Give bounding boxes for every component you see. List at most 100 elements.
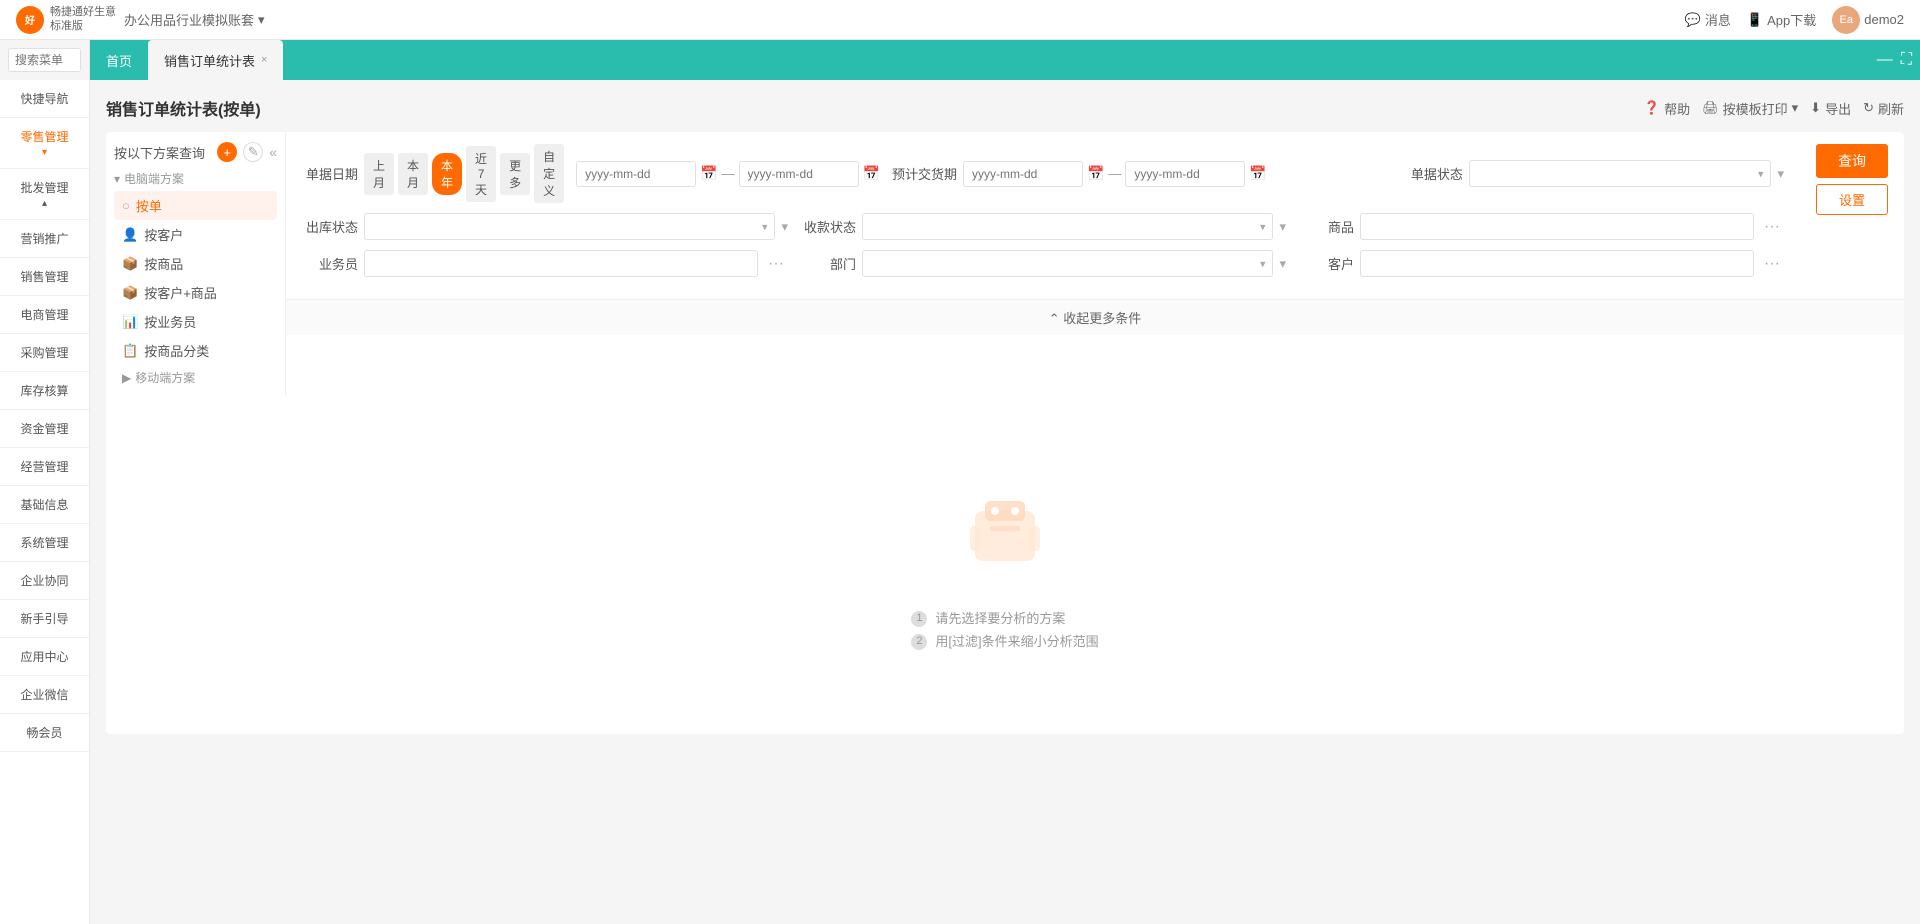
sidebar-item-marketing[interactable]: 营销推广 xyxy=(0,220,89,258)
filter-item-by-category[interactable]: 📋 按商品分类 xyxy=(114,336,277,365)
top-bar: 好 畅捷通好生意 标准版 办公用品行业模拟账套 ▾ 💬 消息 📱 App下载 E… xyxy=(0,0,1920,40)
edit-scheme-button[interactable]: ✎ xyxy=(243,142,263,162)
date-end-input[interactable] xyxy=(739,161,859,187)
sidebar-item-wholesale[interactable]: 批发管理 ▴ xyxy=(0,169,89,220)
help-button[interactable]: ❓ 帮助 xyxy=(1644,99,1690,118)
sidebar-item-ecommerce[interactable]: 电商管理 xyxy=(0,296,89,334)
sidebar-item-label: 采购管理 xyxy=(20,344,68,361)
empty-illustration xyxy=(955,476,1055,595)
goods-input[interactable] xyxy=(1360,213,1754,240)
tab-close-button[interactable]: × xyxy=(261,54,267,66)
query-button[interactable]: 查询 xyxy=(1816,144,1888,178)
sidebar-item-retail[interactable]: 零售管理 ▾ xyxy=(0,118,89,169)
empty-state: 1 请先选择要分析的方案 2 用[过滤]条件来缩小分析范围 xyxy=(106,396,1904,734)
message-button[interactable]: 💬 消息 xyxy=(1685,10,1731,29)
sidebar-item-quick-nav[interactable]: 快捷导航 xyxy=(0,80,89,118)
app-selector[interactable]: 办公用品行业模拟账套 ▾ xyxy=(124,10,265,29)
date-last-month-btn[interactable]: 上月 xyxy=(364,153,394,195)
page-header-actions: ❓ 帮助 🖨 按模板打印 ▾ ⬇ 导出 ↻ 刷新 xyxy=(1644,99,1904,118)
calendar-start-icon[interactable]: 📅 xyxy=(700,165,717,182)
dept-field: 部门 ▾ xyxy=(800,250,1286,277)
add-scheme-button[interactable]: + xyxy=(217,142,237,162)
date-this-month-btn[interactable]: 本月 xyxy=(398,153,428,195)
tab-home[interactable]: 首页 xyxy=(90,40,148,80)
customer-more-button[interactable]: ··· xyxy=(1760,255,1784,273)
expected-date-field: 预计交货期 📅 — 📅 xyxy=(892,161,1395,187)
salesperson-more-button[interactable]: ··· xyxy=(764,255,788,273)
print-icon: 🖨 xyxy=(1702,100,1719,116)
dept-select[interactable] xyxy=(862,250,1273,277)
date-this-year-btn[interactable]: 本年 xyxy=(432,153,462,195)
chevron-right-icon: ▶ xyxy=(122,371,131,385)
bill-status-select[interactable] xyxy=(1469,160,1772,187)
sidebar-item-member[interactable]: 畅会员 xyxy=(0,714,89,752)
empty-tip-2: 2 用[过滤]条件来缩小分析范围 xyxy=(911,630,1098,653)
filter-item-by-goods[interactable]: 📦 按商品 xyxy=(114,249,277,278)
filter-item-by-cust-goods[interactable]: 📦 按客户+商品 xyxy=(114,278,277,307)
collapse-more-conditions-button[interactable]: ⌃ 收起更多条件 xyxy=(286,299,1904,335)
collapse-filter-button[interactable]: « xyxy=(269,144,277,160)
sidebar-item-basic[interactable]: 基础信息 xyxy=(0,486,89,524)
settings-button[interactable]: 设置 xyxy=(1816,184,1888,215)
salesperson-field: 业务员 ··· xyxy=(302,250,788,277)
receipt-status-label: 收款状态 xyxy=(800,217,856,236)
sidebar-item-operations[interactable]: 经营管理 xyxy=(0,448,89,486)
sidebar-item-purchase[interactable]: 采购管理 xyxy=(0,334,89,372)
receipt-status-expand-icon: ▾ xyxy=(1279,219,1286,235)
sidebar-item-inventory[interactable]: 库存核算 xyxy=(0,372,89,410)
expected-date-end-input[interactable] xyxy=(1125,161,1245,187)
calendar-end-icon[interactable]: 📅 xyxy=(863,165,880,182)
app-download-button[interactable]: 📱 App下载 xyxy=(1747,10,1816,29)
receipt-status-select-wrapper xyxy=(862,213,1273,240)
dept-label: 部门 xyxy=(800,254,856,273)
sidebar-item-label: 企业协同 xyxy=(20,572,68,589)
tab-sales-order-stats[interactable]: 销售订单统计表 × xyxy=(148,40,283,80)
refresh-button[interactable]: ↻ 刷新 xyxy=(1863,99,1904,118)
sidebar-item-enterprise[interactable]: 企业协同 xyxy=(0,562,89,600)
salesperson-label: 业务员 xyxy=(302,254,358,273)
category-icon: 📋 xyxy=(122,343,138,359)
customer-input[interactable] xyxy=(1360,250,1754,277)
calendar-expected-start-icon[interactable]: 📅 xyxy=(1087,165,1104,182)
empty-illustration-svg xyxy=(955,476,1055,576)
sidebar-item-appstore[interactable]: 应用中心 xyxy=(0,638,89,676)
sidebar: 快捷导航 零售管理 ▾ 批发管理 ▴ 营销推广 销售管理 电商管理 采购管理 库… xyxy=(0,40,90,924)
form-actions: 查询 设置 xyxy=(1800,132,1904,299)
goods-more-button[interactable]: ··· xyxy=(1760,218,1784,236)
date-custom-btn[interactable]: 自定义 xyxy=(534,144,564,203)
main-layout: 快捷导航 零售管理 ▾ 批发管理 ▴ 营销推广 销售管理 电商管理 采购管理 库… xyxy=(0,40,1920,924)
sidebar-item-sales[interactable]: 销售管理 xyxy=(0,258,89,296)
goods-icon: 📦 xyxy=(122,256,138,272)
sidebar-item-label: 资金管理 xyxy=(20,420,68,437)
mobile-section-expand[interactable]: ▶ 移动端方案 xyxy=(114,369,277,386)
content-area: 首页 销售订单统计表 × — ⛶ 销售订单统计表(按单) ❓ 帮助 xyxy=(90,40,1920,924)
filter-item-by-order[interactable]: ○ 按单 xyxy=(114,191,277,220)
ship-status-select-wrapper xyxy=(364,213,775,240)
user-profile[interactable]: Ea demo2 xyxy=(1832,6,1904,34)
receipt-status-select[interactable] xyxy=(862,213,1273,240)
tab-maximize-button[interactable]: ⛶ xyxy=(1901,51,1912,69)
date-last-7-days-btn[interactable]: 近7天 xyxy=(466,146,496,202)
ship-status-expand-icon: ▾ xyxy=(781,219,788,235)
expected-date-start-input[interactable] xyxy=(963,161,1083,187)
salesperson-input[interactable] xyxy=(364,250,758,277)
expected-date-range: 📅 — 📅 xyxy=(963,161,1395,187)
sidebar-item-wechat[interactable]: 企业微信 xyxy=(0,676,89,714)
date-start-input[interactable] xyxy=(576,161,696,187)
filter-item-by-salesperson[interactable]: 📊 按业务员 xyxy=(114,307,277,336)
tab-bar: 首页 销售订单统计表 × — ⛶ xyxy=(90,40,1920,80)
sidebar-item-finance[interactable]: 资金管理 xyxy=(0,410,89,448)
form-and-actions: 单据日期 上月 本月 本年 近7天 更多 自定义 xyxy=(286,132,1904,299)
tab-minimize-button[interactable]: — xyxy=(1877,51,1893,69)
order-icon: ○ xyxy=(122,198,130,213)
sidebar-item-label: 畅会员 xyxy=(26,724,62,741)
sidebar-item-newbie[interactable]: 新手引导 xyxy=(0,600,89,638)
ship-status-select[interactable] xyxy=(364,213,775,240)
export-button[interactable]: ⬇ 导出 xyxy=(1810,99,1851,118)
date-more-btn[interactable]: 更多 xyxy=(500,153,530,195)
print-button[interactable]: 🖨 按模板打印 ▾ xyxy=(1702,99,1798,118)
calendar-expected-end-icon[interactable]: 📅 xyxy=(1249,165,1266,182)
search-input[interactable] xyxy=(8,48,81,72)
filter-item-by-customer[interactable]: 👤 按客户 xyxy=(114,220,277,249)
sidebar-item-system[interactable]: 系统管理 xyxy=(0,524,89,562)
